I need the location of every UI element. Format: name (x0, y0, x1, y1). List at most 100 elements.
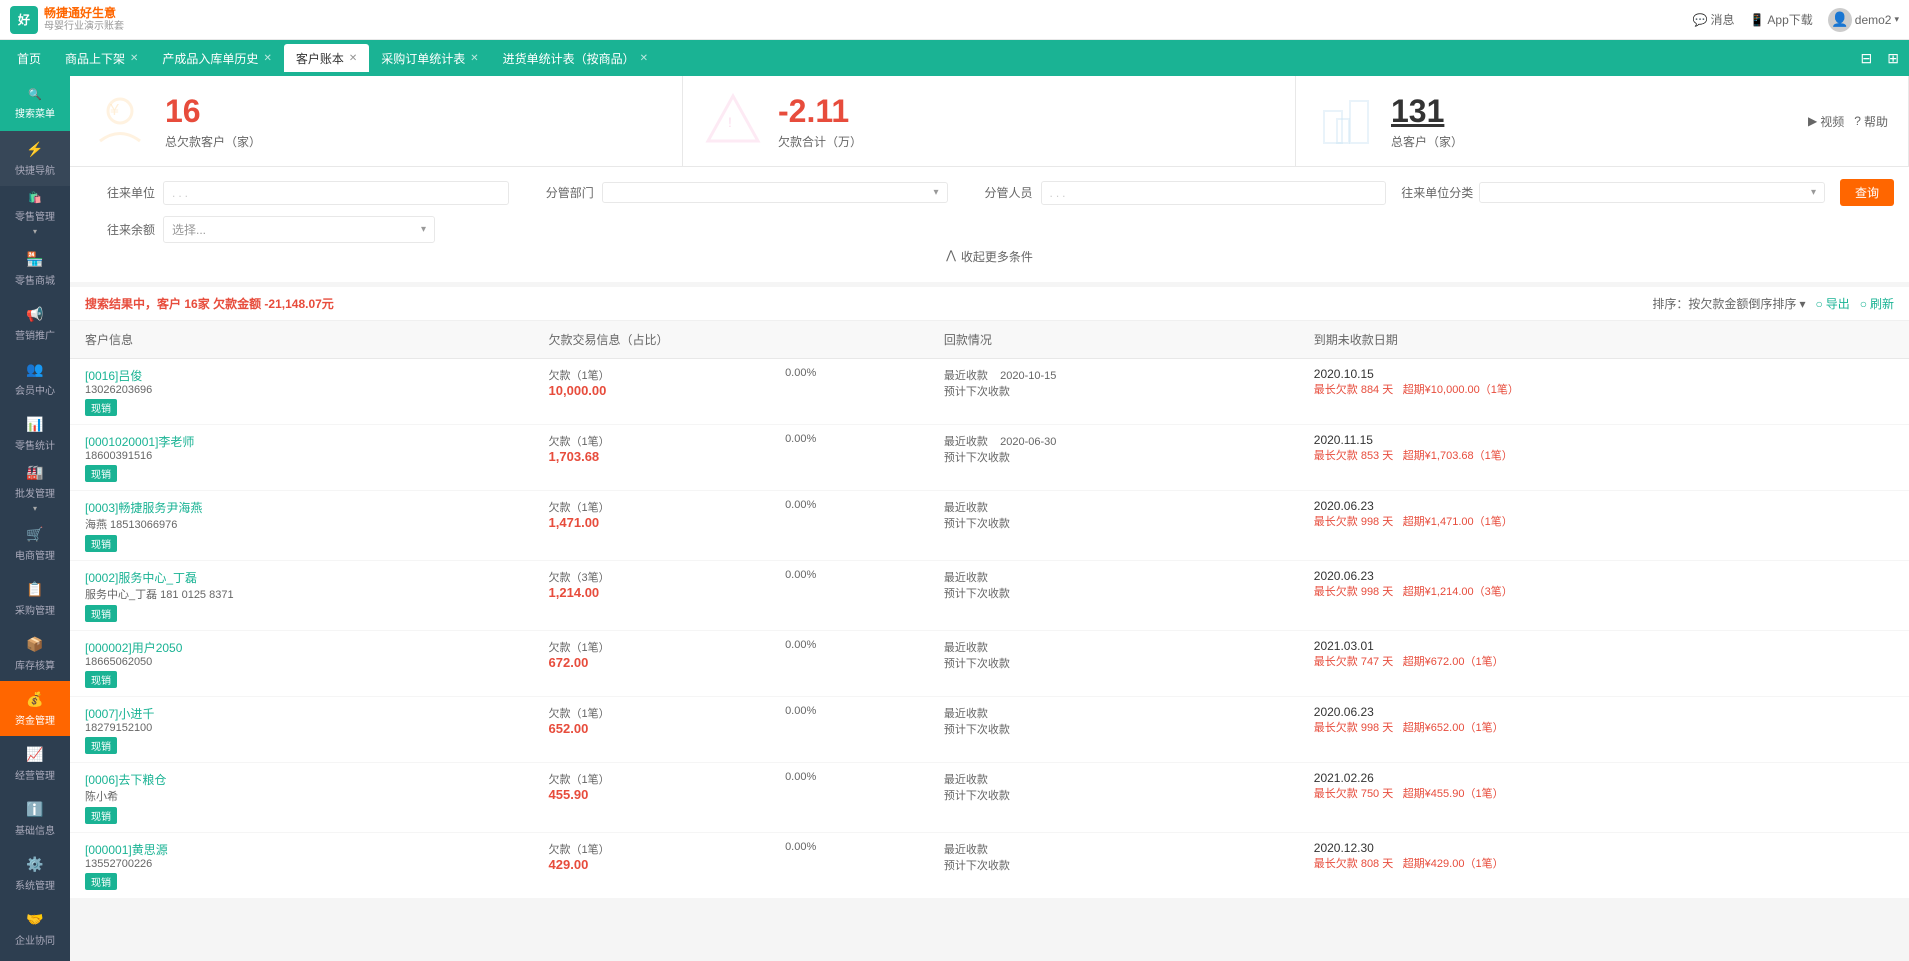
tab-close-icon[interactable]: ✕ (263, 53, 271, 64)
customer-name-link[interactable]: [0002]服务中心_丁磊 (85, 571, 197, 585)
retail-mgmt-icon: 🛍️ (28, 191, 42, 204)
customer-info-cell: [000001]黄思源 13552700226 现销 (70, 833, 534, 899)
tab-home-label: 首页 (17, 50, 41, 67)
collapse-btn[interactable]: ⋀ 收起更多条件 (85, 243, 1894, 270)
sidebar-item-system[interactable]: ⚙️ 系统管理 (0, 846, 70, 901)
tab-close-icon[interactable]: ✕ (640, 53, 648, 64)
source-unit-input[interactable]: ... (163, 181, 509, 205)
overdue-amount-link[interactable]: 超期¥1,471.00（1笔） (1403, 516, 1513, 528)
tab-close-icon[interactable]: ✕ (470, 53, 478, 64)
tab-purchase-order[interactable]: 采购订单统计表 ✕ (369, 44, 490, 72)
help-label: 帮助 (1864, 113, 1888, 130)
customer-name-link[interactable]: [000002]用户2050 (85, 641, 182, 655)
overdue-info: 最长欠款 747 天 超期¥672.00（1笔） (1314, 653, 1894, 669)
manager-input[interactable]: ... (1041, 181, 1387, 205)
overdue-amount-link[interactable]: 超期¥1,703.68（1笔） (1403, 450, 1513, 462)
sort-btn[interactable]: 排序：按欠款金额倒序排序 ▾ (1652, 295, 1805, 312)
overdue-amount-link[interactable]: 超期¥672.00（1笔） (1403, 656, 1504, 668)
app-download-btn[interactable]: 📱 App下载 (1749, 11, 1812, 28)
sidebar-search[interactable]: 🔍 搜索菜单 (0, 76, 70, 131)
tab-expand-btn[interactable]: ⊞ (1882, 48, 1904, 69)
sidebar-item-marketing[interactable]: 📢 营销推广 (0, 296, 70, 351)
tab-close-icon[interactable]: ✕ (130, 53, 138, 64)
chevron-down-icon: ▾ (1894, 14, 1899, 25)
sidebar-item-enterprise[interactable]: 🤝 企业协同 (0, 901, 70, 956)
filter-balance-label: 往来余额 (85, 221, 155, 238)
tab-customer-account-label: 客户账本 (296, 50, 344, 67)
last-payment-date: 最近收款 (944, 639, 1284, 655)
overdue-info: 最长欠款 808 天 超期¥429.00（1笔） (1314, 855, 1894, 871)
customer-phone: 13026203696 (85, 384, 519, 396)
user-menu[interactable]: 👤 demo2 ▾ (1828, 8, 1899, 32)
overdue-amount-link[interactable]: 超期¥455.90（1笔） (1403, 788, 1504, 800)
customer-name-link[interactable]: [0003]畅捷服务尹海燕 (85, 501, 202, 515)
sidebar-item-finance[interactable]: 💰 资金管理 (0, 681, 70, 736)
total-customers-count: 131 (1391, 92, 1463, 130)
sidebar-item-retail-mall[interactable]: 🏪 零售商城 (0, 241, 70, 296)
payment-status-cell: 最近收款 预计下次收款 (929, 561, 1299, 631)
main-content: ¥ 16 总欠款客户（家） ! -2.11 欠款合计（万） (70, 76, 1909, 961)
unit-category-select[interactable]: ▾ (1479, 182, 1825, 203)
tab-minimize-btn[interactable]: ⊟ (1856, 48, 1878, 69)
tab-purchase-stats-label: 进货单统计表（按商品） (503, 50, 635, 67)
overdue-amount-link[interactable]: 超期¥429.00（1笔） (1403, 858, 1504, 870)
customer-name-link[interactable]: [0001020001]李老师 (85, 435, 194, 449)
next-payment: 预计下次收款 (944, 721, 1284, 737)
message-btn[interactable]: 💬 消息 (1692, 11, 1734, 28)
search-button[interactable]: 查询 (1840, 179, 1894, 206)
sidebar-item-ecommerce[interactable]: 🛒 电商管理 (0, 516, 70, 571)
debt-count: 欠款（1笔） (549, 433, 756, 449)
tab-product-listing[interactable]: 商品上下架 ✕ (53, 44, 150, 72)
overdue-info: 最长欠款 853 天 超期¥1,703.68（1笔） (1314, 447, 1894, 463)
refresh-btn[interactable]: ○ 刷新 (1860, 295, 1894, 312)
overdue-days: 最长欠款 750 天 (1314, 788, 1400, 800)
table-row: [0016]吕俊 13026203696 现销 欠款（1笔） 10,000.00… (70, 359, 1909, 425)
tab-purchase-stats[interactable]: 进货单统计表（按商品） ✕ (491, 44, 660, 72)
tab-close-icon[interactable]: ✕ (349, 53, 357, 64)
sidebar-item-label: 基础信息 (15, 822, 55, 837)
result-text: 搜索结果中，客户 (85, 297, 181, 311)
sidebar-item-retail-stats[interactable]: 📊 零售统计 (0, 406, 70, 461)
customer-name-link[interactable]: [0016]吕俊 (85, 369, 142, 383)
tab-production-history[interactable]: 产成品入库单历史 ✕ (150, 44, 283, 72)
tab-customer-account[interactable]: 客户账本 ✕ (284, 44, 369, 72)
customer-phone: 18279152100 (85, 722, 519, 734)
sidebar: 🔍 搜索菜单 ⚡ 快捷导航 🛍️ 零售管理 ▾ 🏪 零售商城 📢 营销推广 👥 … (0, 76, 70, 961)
th-payment-status: 回款情况 (929, 321, 1299, 359)
stat-card-debt-customers: ¥ 16 总欠款客户（家） (70, 76, 683, 166)
balance-select[interactable]: 选择... ▾ (163, 216, 435, 243)
chevron-down-icon: ▾ (421, 224, 426, 235)
sidebar-item-retail-mgmt[interactable]: 🛍️ 零售管理 ▾ (0, 186, 70, 241)
customer-name-link[interactable]: [0007]小进千 (85, 707, 154, 721)
sidebar-item-wholesale-mgmt[interactable]: 🏭 批发管理 ▾ (0, 461, 70, 516)
overdue-date-cell: 2020.06.23 最长欠款 998 天 超期¥652.00（1笔） (1299, 697, 1909, 763)
sidebar-item-inventory[interactable]: 📦 库存核算 (0, 626, 70, 681)
due-date: 2020.12.30 (1314, 841, 1894, 855)
overdue-amount-link[interactable]: 超期¥1,214.00（3笔） (1403, 586, 1513, 598)
debt-count: 欠款（1笔） (549, 367, 756, 383)
overdue-amount-link[interactable]: 超期¥10,000.00（1笔） (1403, 384, 1519, 396)
customer-name-link[interactable]: [0006]去下粮仓 (85, 773, 166, 787)
overdue-date-cell: 2021.03.01 最长欠款 747 天 超期¥672.00（1笔） (1299, 631, 1909, 697)
payment-status-cell: 最近收款 预计下次收款 (929, 833, 1299, 899)
customer-name-link[interactable]: [000001]黄思源 (85, 843, 168, 857)
video-icon: ▶ (1808, 114, 1817, 128)
dept-select[interactable]: ▾ (602, 182, 948, 203)
sidebar-item-newbie[interactable]: 🎯 新手引导 (0, 956, 70, 961)
debt-customers-icon: ¥ (90, 91, 150, 151)
overdue-date-cell: 2020.12.30 最长欠款 808 天 超期¥429.00（1笔） (1299, 833, 1909, 899)
help-btn[interactable]: ? 帮助 (1854, 113, 1888, 130)
sidebar-item-member-center[interactable]: 👥 会员中心 (0, 351, 70, 406)
view-video-btn[interactable]: ▶ 视频 (1808, 113, 1844, 130)
due-date: 2020.11.15 (1314, 433, 1894, 447)
tab-home[interactable]: 首页 (5, 44, 53, 72)
overdue-info: 最长欠款 998 天 超期¥1,471.00（1笔） (1314, 513, 1894, 529)
sidebar-item-basic-info[interactable]: ℹ️ 基础信息 (0, 791, 70, 846)
sidebar-item-label: 会员中心 (15, 382, 55, 397)
overdue-amount-link[interactable]: 超期¥652.00（1笔） (1403, 722, 1504, 734)
sidebar-item-purchase-mgmt[interactable]: 📋 采购管理 (0, 571, 70, 626)
sidebar-quick-nav[interactable]: ⚡ 快捷导航 (0, 131, 70, 186)
sidebar-item-business-mgmt[interactable]: 📈 经营管理 (0, 736, 70, 791)
export-btn[interactable]: ○ 导出 (1815, 295, 1849, 312)
debt-ratio-cell: 0.00% (770, 561, 929, 631)
